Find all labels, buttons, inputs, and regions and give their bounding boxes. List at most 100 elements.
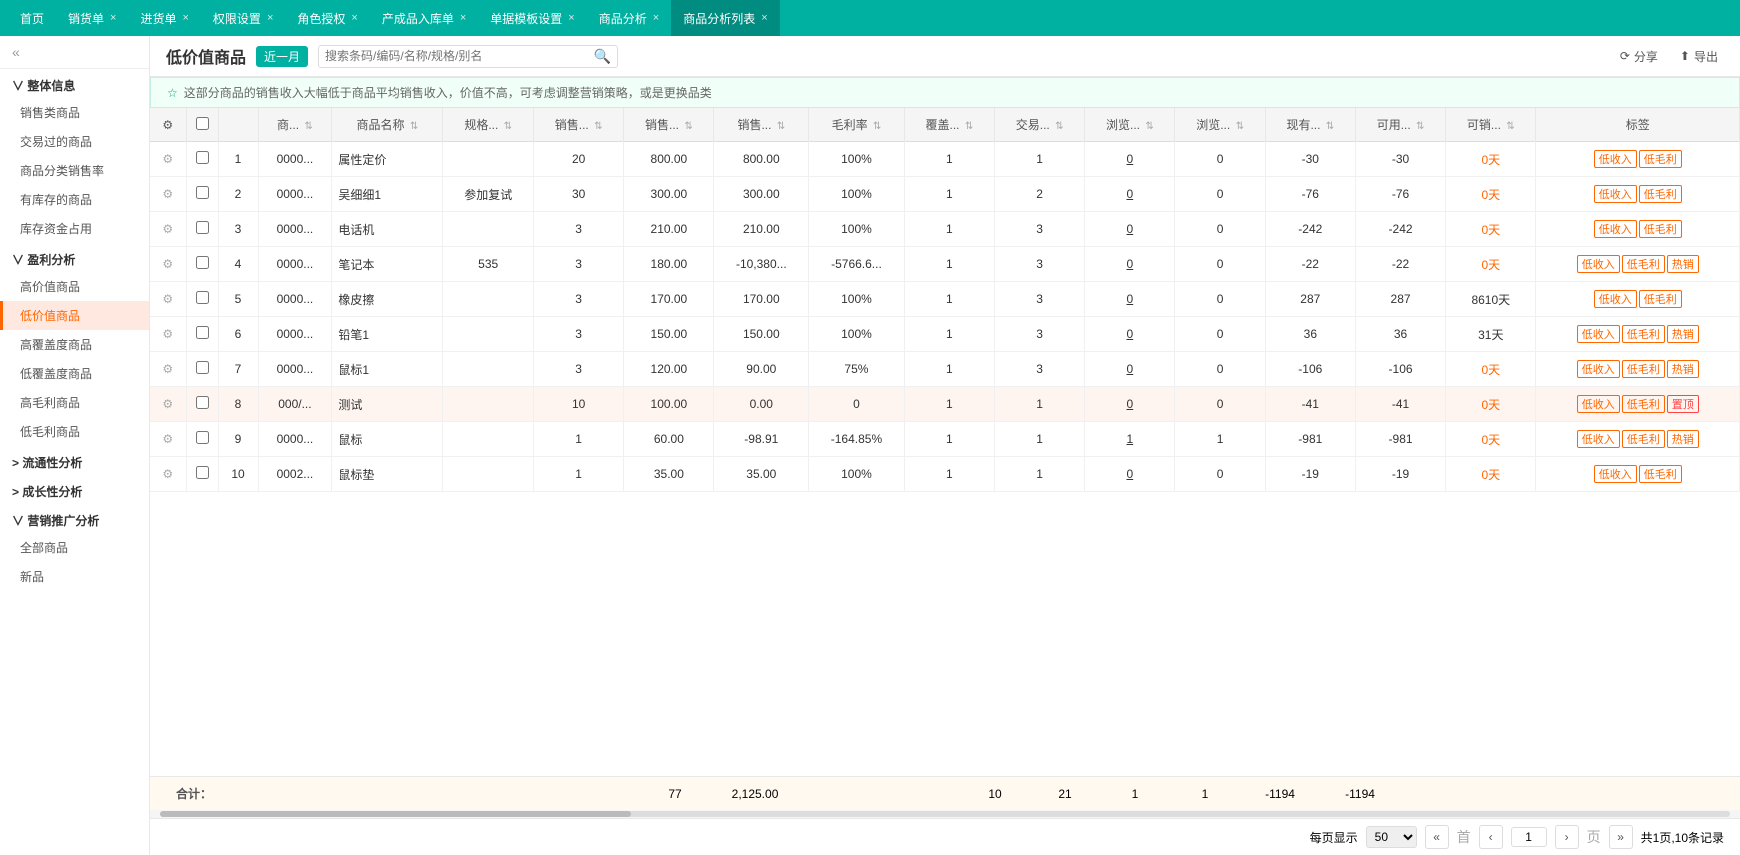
sidebar-item-low-coverage[interactable]: 低覆盖度商品 [0, 359, 149, 388]
table-container[interactable]: ⚙ 商... ⇅ 商品名称 ⇅ 规格... ⇅ 销售... ⇅ 销售... ⇅ … [150, 108, 1740, 776]
th-settings[interactable]: ⚙ [150, 108, 186, 142]
row-checkbox[interactable] [196, 291, 209, 304]
td-settings[interactable]: ⚙ [150, 422, 186, 457]
td-browse1[interactable]: 1 [1085, 422, 1175, 457]
th-sales-cost[interactable]: 销售... ⇅ [714, 108, 809, 142]
browse-link[interactable]: 0 [1127, 362, 1134, 376]
row-checkbox[interactable] [196, 396, 209, 409]
td-check[interactable] [186, 212, 218, 247]
nav-inbound-close[interactable]: × [460, 12, 466, 24]
tag-低毛利[interactable]: 低毛利 [1639, 150, 1682, 168]
row-checkbox[interactable] [196, 361, 209, 374]
tag-低收入[interactable]: 低收入 [1594, 290, 1637, 308]
nav-purchase[interactable]: 进货单 × [128, 0, 200, 36]
nav-analysis-list[interactable]: 商品分析列表 × [671, 0, 779, 36]
th-sales-price[interactable]: 销售... ⇅ [624, 108, 714, 142]
sidebar-item-category-rate[interactable]: 商品分类销售率 [0, 156, 149, 185]
select-all-checkbox[interactable] [196, 117, 209, 130]
browse-link[interactable]: 0 [1127, 187, 1134, 201]
tag-低收入[interactable]: 低收入 [1577, 430, 1620, 448]
sidebar-item-traded-goods[interactable]: 交易过的商品 [0, 127, 149, 156]
tag-低毛利[interactable]: 低毛利 [1639, 185, 1682, 203]
th-browse1[interactable]: 浏览... ⇅ [1085, 108, 1175, 142]
browse-link[interactable]: 0 [1127, 327, 1134, 341]
sidebar-group-profit[interactable]: ∨ 盈利分析 [0, 243, 149, 272]
th-check[interactable] [186, 108, 218, 142]
row-checkbox[interactable] [196, 151, 209, 164]
td-check[interactable] [186, 247, 218, 282]
tag-低毛利[interactable]: 低毛利 [1622, 360, 1665, 378]
last-page-btn[interactable]: » [1609, 825, 1633, 849]
browse-link[interactable]: 0 [1127, 152, 1134, 166]
sidebar-item-low-value[interactable]: 低价值商品 [0, 301, 149, 330]
td-browse1[interactable]: 0 [1085, 247, 1175, 282]
sidebar-item-all-goods[interactable]: 全部商品 [0, 533, 149, 562]
th-spec[interactable]: 规格... ⇅ [443, 108, 534, 142]
search-icon[interactable]: 🔍 [594, 48, 611, 65]
nav-analysis[interactable]: 商品分析 × [587, 0, 671, 36]
browse-link[interactable]: 0 [1127, 292, 1134, 306]
sidebar-group-overview[interactable]: ∨ 整体信息 [0, 69, 149, 98]
td-settings[interactable]: ⚙ [150, 352, 186, 387]
tag-低毛利[interactable]: 低毛利 [1622, 430, 1665, 448]
browse-link[interactable]: 0 [1127, 397, 1134, 411]
tag-低收入[interactable]: 低收入 [1577, 395, 1620, 413]
sidebar-item-high-margin[interactable]: 高毛利商品 [0, 388, 149, 417]
page-number-input[interactable] [1511, 827, 1547, 847]
th-sales-qty[interactable]: 销售... ⇅ [534, 108, 624, 142]
nav-purchase-close[interactable]: × [182, 12, 188, 24]
sidebar-group-growth[interactable]: > 成长性分析 [0, 475, 149, 504]
tag-热销[interactable]: 热销 [1667, 255, 1699, 273]
nav-inbound[interactable]: 产成品入库单 × [370, 0, 478, 36]
tag-低收入[interactable]: 低收入 [1594, 150, 1637, 168]
prev-page-btn[interactable]: ‹ [1479, 825, 1503, 849]
th-code[interactable]: 商... ⇅ [258, 108, 332, 142]
td-check[interactable] [186, 282, 218, 317]
nav-template[interactable]: 单据模板设置 × [478, 0, 586, 36]
td-browse1[interactable]: 0 [1085, 387, 1175, 422]
sidebar-item-stock-capital[interactable]: 库存资金占用 [0, 214, 149, 243]
th-stock-avail[interactable]: 可用... ⇅ [1355, 108, 1445, 142]
first-page-btn[interactable]: « [1425, 825, 1449, 849]
tag-低毛利[interactable]: 低毛利 [1622, 395, 1665, 413]
nav-permission-close[interactable]: × [267, 12, 273, 24]
nav-role-close[interactable]: × [351, 12, 357, 24]
th-gross-rate[interactable]: 毛利率 ⇅ [809, 108, 905, 142]
tag-低收入[interactable]: 低收入 [1594, 185, 1637, 203]
th-name[interactable]: 商品名称 ⇅ [332, 108, 443, 142]
sidebar-item-stock-goods[interactable]: 有库存的商品 [0, 185, 149, 214]
tag-低毛利[interactable]: 低毛利 [1639, 465, 1682, 483]
td-browse1[interactable]: 0 [1085, 457, 1175, 492]
row-checkbox[interactable] [196, 431, 209, 444]
scrollbar-thumb[interactable] [160, 811, 631, 817]
td-browse1[interactable]: 0 [1085, 282, 1175, 317]
tag-低毛利[interactable]: 低毛利 [1622, 325, 1665, 343]
td-browse1[interactable]: 0 [1085, 212, 1175, 247]
tag-热销[interactable]: 热销 [1667, 325, 1699, 343]
tag-置顶[interactable]: 置顶 [1667, 395, 1699, 413]
td-check[interactable] [186, 352, 218, 387]
row-checkbox[interactable] [196, 326, 209, 339]
tag-低收入[interactable]: 低收入 [1594, 220, 1637, 238]
row-checkbox[interactable] [196, 221, 209, 234]
td-settings[interactable]: ⚙ [150, 247, 186, 282]
nav-sales-close[interactable]: × [110, 12, 116, 24]
tag-低收入[interactable]: 低收入 [1577, 255, 1620, 273]
sidebar-item-high-value[interactable]: 高价值商品 [0, 272, 149, 301]
sidebar-item-new-goods[interactable]: 新品 [0, 562, 149, 591]
td-check[interactable] [186, 317, 218, 352]
tag-低毛利[interactable]: 低毛利 [1639, 220, 1682, 238]
td-check[interactable] [186, 457, 218, 492]
tag-低毛利[interactable]: 低毛利 [1639, 290, 1682, 308]
next-page-btn[interactable]: › [1555, 825, 1579, 849]
tag-低毛利[interactable]: 低毛利 [1622, 255, 1665, 273]
nav-analysis-close[interactable]: × [653, 12, 659, 24]
td-settings[interactable]: ⚙ [150, 142, 186, 177]
sidebar-item-low-margin[interactable]: 低毛利商品 [0, 417, 149, 446]
th-stock-sale[interactable]: 可销... ⇅ [1446, 108, 1536, 142]
nav-analysis-list-close[interactable]: × [761, 12, 767, 24]
search-input[interactable] [325, 49, 594, 63]
td-browse1[interactable]: 0 [1085, 142, 1175, 177]
sidebar-collapse-btn[interactable]: « [8, 42, 24, 62]
sidebar-item-sales-goods[interactable]: 销售类商品 [0, 98, 149, 127]
